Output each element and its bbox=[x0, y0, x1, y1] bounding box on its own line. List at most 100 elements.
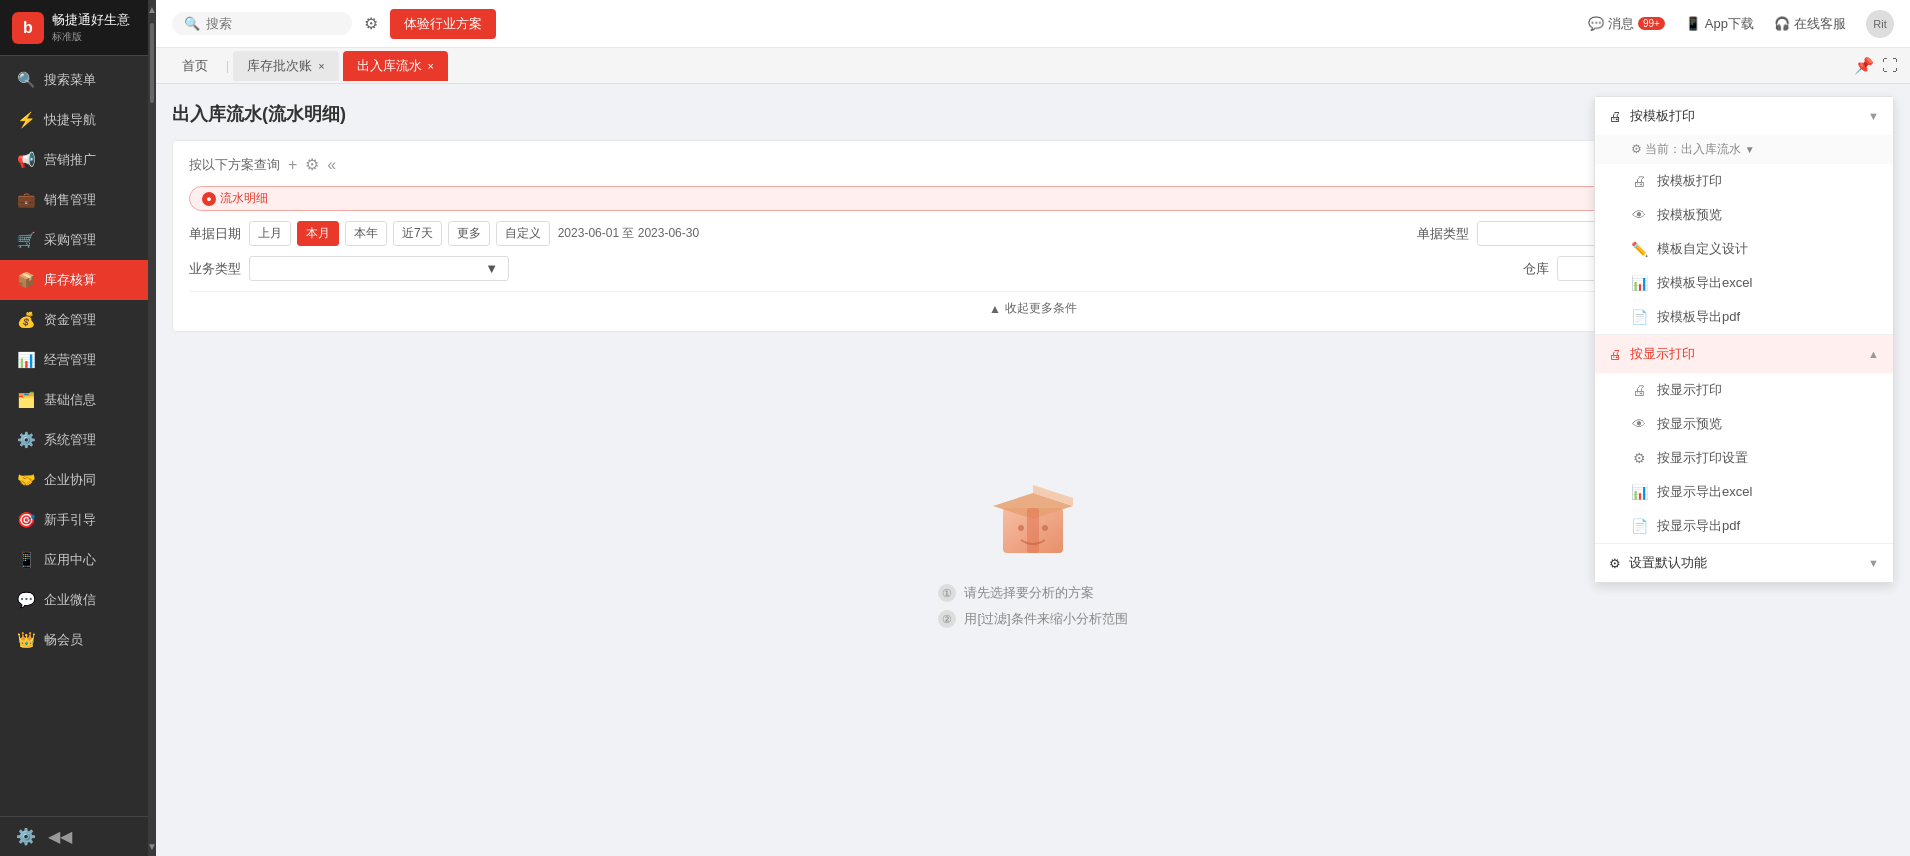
template-print-header[interactable]: 🖨 按模板打印 ▼ bbox=[1595, 97, 1893, 135]
sidebar-item-marketing[interactable]: 📢 营销推广 bbox=[0, 140, 148, 180]
sidebar-item-shortcut[interactable]: ⚡ 快捷导航 bbox=[0, 100, 148, 140]
display-preview-item[interactable]: 👁 按显示预览 bbox=[1595, 407, 1893, 441]
preview-icon-1: 👁 bbox=[1631, 207, 1647, 223]
sidebar-item-apps[interactable]: 📱 应用中心 bbox=[0, 540, 148, 580]
set-default-title: ⚙ 设置默认功能 bbox=[1609, 554, 1707, 572]
collapse-sidebar-icon[interactable]: ◀◀ bbox=[48, 827, 72, 846]
sidebar-item-guide[interactable]: 🎯 新手引导 bbox=[0, 500, 148, 540]
hint-num-1: ① bbox=[938, 584, 956, 602]
print-dropdown-panel: 🖨 按模板打印 ▼ ⚙ 当前：出入库流水 ▼ 🖨 按模板打印 👁 按模板预览 ✏… bbox=[1594, 96, 1894, 583]
message-item[interactable]: 💬 消息 99+ bbox=[1588, 15, 1665, 33]
sidebar-item-member[interactable]: 👑 畅会员 bbox=[0, 620, 148, 660]
expand-icon[interactable]: ⛶ bbox=[1882, 57, 1898, 75]
app-logo: b 畅捷通好生意 标准版 bbox=[0, 0, 148, 56]
system-icon: ⚙️ bbox=[16, 430, 36, 450]
sidebar-item-label-member: 畅会员 bbox=[44, 631, 83, 649]
collapse-filters-btn[interactable]: ▲ 收起更多条件 bbox=[989, 300, 1077, 317]
finance-icon: 💰 bbox=[16, 310, 36, 330]
sidebar: b 畅捷通好生意 标准版 🔍 搜索菜单 ⚡ 快捷导航 📢 营销推广 💼 销售管理… bbox=[0, 0, 148, 856]
industry-btn[interactable]: 体验行业方案 bbox=[390, 9, 496, 39]
sidebar-scrollbar: ▲ ▼ bbox=[148, 0, 156, 856]
date-btn-more[interactable]: 更多 bbox=[448, 221, 490, 246]
date-btn-last-month[interactable]: 上月 bbox=[249, 221, 291, 246]
svg-point-5 bbox=[1042, 525, 1048, 531]
sidebar-item-label-marketing: 营销推广 bbox=[44, 151, 96, 169]
template-export-excel-item[interactable]: 📊 按模板导出excel bbox=[1595, 266, 1893, 300]
display-export-excel-item[interactable]: 📊 按显示导出excel bbox=[1595, 475, 1893, 509]
sidebar-item-label-search: 搜索菜单 bbox=[44, 71, 96, 89]
search-icon: 🔍 bbox=[184, 16, 200, 31]
close-tab-inventory-icon[interactable]: × bbox=[318, 60, 324, 72]
close-tab-inout-icon[interactable]: × bbox=[428, 60, 434, 72]
marketing-icon: 📢 bbox=[16, 150, 36, 170]
display-print-item[interactable]: 🖨 按显示打印 bbox=[1595, 373, 1893, 407]
user-avatar[interactable]: Rit bbox=[1866, 10, 1894, 38]
tab-inventory-batch[interactable]: 库存批次账 × bbox=[233, 51, 338, 81]
display-print-settings-item[interactable]: ⚙ 按显示打印设置 bbox=[1595, 441, 1893, 475]
template-design-item[interactable]: ✏️ 模板自定义设计 bbox=[1595, 232, 1893, 266]
sidebar-item-label-base: 基础信息 bbox=[44, 391, 96, 409]
sidebar-item-finance[interactable]: 💰 资金管理 bbox=[0, 300, 148, 340]
pdf-icon-2: 📄 bbox=[1631, 518, 1647, 534]
inventory-icon: 📦 bbox=[16, 270, 36, 290]
template-preview-item[interactable]: 👁 按模板预览 bbox=[1595, 198, 1893, 232]
filter-settings-icon[interactable]: ⚙ bbox=[305, 155, 319, 174]
sidebar-nav: 🔍 搜索菜单 ⚡ 快捷导航 📢 营销推广 💼 销售管理 🛒 采购管理 📦 库存核… bbox=[0, 56, 148, 816]
empty-state-icon bbox=[983, 468, 1083, 568]
service-item[interactable]: 🎧 在线客服 bbox=[1774, 15, 1846, 33]
base-icon: 🗂️ bbox=[16, 390, 36, 410]
filter-collapse-icon[interactable]: « bbox=[327, 156, 336, 174]
excel-icon-2: 📊 bbox=[1631, 484, 1647, 500]
sidebar-item-system[interactable]: ⚙️ 系统管理 bbox=[0, 420, 148, 460]
date-btn-custom[interactable]: 自定义 bbox=[496, 221, 550, 246]
printer-icon-1: 🖨 bbox=[1631, 173, 1647, 189]
tab-inout-flow[interactable]: 出入库流水 × bbox=[343, 51, 448, 81]
sidebar-bottom: ⚙️ ◀◀ bbox=[0, 816, 148, 856]
sidebar-item-label-sales: 销售管理 bbox=[44, 191, 96, 209]
sidebar-item-inventory[interactable]: 📦 库存核算 bbox=[0, 260, 148, 300]
date-btn-7days[interactable]: 近7天 bbox=[393, 221, 442, 246]
sidebar-item-label-operations: 经营管理 bbox=[44, 351, 96, 369]
search-input[interactable] bbox=[206, 16, 326, 31]
topbar: 🔍 ⚙ 体验行业方案 💬 消息 99+ 📱 App下载 🎧 在线客服 Rit bbox=[156, 0, 1910, 48]
business-type-select[interactable]: ▼ bbox=[249, 256, 509, 281]
display-print-header[interactable]: 🖨 按显示打印 ▲ bbox=[1595, 335, 1893, 373]
sidebar-item-operations[interactable]: 📊 经营管理 bbox=[0, 340, 148, 380]
current-chevron: ▼ bbox=[1745, 144, 1755, 155]
date-btn-this-year[interactable]: 本年 bbox=[345, 221, 387, 246]
set-default-header[interactable]: ⚙ 设置默认功能 ▼ bbox=[1595, 544, 1893, 582]
display-export-pdf-item[interactable]: 📄 按显示导出pdf bbox=[1595, 509, 1893, 543]
tab-home[interactable]: 首页 bbox=[168, 51, 222, 81]
set-default-chevron: ▼ bbox=[1868, 557, 1879, 569]
excel-icon-1: 📊 bbox=[1631, 275, 1647, 291]
template-print-item[interactable]: 🖨 按模板打印 bbox=[1595, 164, 1893, 198]
pin-tab-icon[interactable]: 📌 bbox=[1854, 56, 1874, 75]
svg-rect-3 bbox=[1027, 508, 1039, 553]
template-export-pdf-item[interactable]: 📄 按模板导出pdf bbox=[1595, 300, 1893, 334]
app-download-item[interactable]: 📱 App下载 bbox=[1685, 15, 1754, 33]
avatar-img: Rit bbox=[1866, 10, 1894, 38]
sidebar-item-search[interactable]: 🔍 搜索菜单 bbox=[0, 60, 148, 100]
headset-icon: 🎧 bbox=[1774, 16, 1790, 31]
sidebar-item-base[interactable]: 🗂️ 基础信息 bbox=[0, 380, 148, 420]
enterprise-icon: 🤝 bbox=[16, 470, 36, 490]
sidebar-item-label-inventory: 库存核算 bbox=[44, 271, 96, 289]
topbar-gear-icon[interactable]: ⚙ bbox=[364, 14, 378, 33]
search-icon: 🔍 bbox=[16, 70, 36, 90]
printer-icon-2: 🖨 bbox=[1631, 382, 1647, 398]
sidebar-item-enterprise[interactable]: 🤝 企业协同 bbox=[0, 460, 148, 500]
page-title: 出入库流水(流水明细) bbox=[172, 102, 346, 126]
date-btn-this-month[interactable]: 本月 bbox=[297, 221, 339, 246]
business-type-dropdown-icon: ▼ bbox=[485, 261, 498, 276]
sidebar-item-sales[interactable]: 💼 销售管理 bbox=[0, 180, 148, 220]
display-print-section: 🖨 按显示打印 ▲ 🖨 按显示打印 👁 按显示预览 ⚙ 按显示打印设置 📊 按显… bbox=[1595, 335, 1893, 544]
settings-bottom-icon[interactable]: ⚙️ bbox=[16, 827, 36, 846]
current-icon: ⚙ bbox=[1631, 142, 1642, 156]
sidebar-item-purchase[interactable]: 🛒 采购管理 bbox=[0, 220, 148, 260]
search-box[interactable]: 🔍 bbox=[172, 12, 352, 35]
sidebar-item-wechat[interactable]: 💬 企业微信 bbox=[0, 580, 148, 620]
filter-add-icon[interactable]: + bbox=[288, 156, 297, 174]
hint-item-2: ② 用[过滤]条件来缩小分析范围 bbox=[938, 610, 1127, 628]
current-label: ⚙ 当前：出入库流水 ▼ bbox=[1595, 135, 1893, 164]
sidebar-item-label-shortcut: 快捷导航 bbox=[44, 111, 96, 129]
